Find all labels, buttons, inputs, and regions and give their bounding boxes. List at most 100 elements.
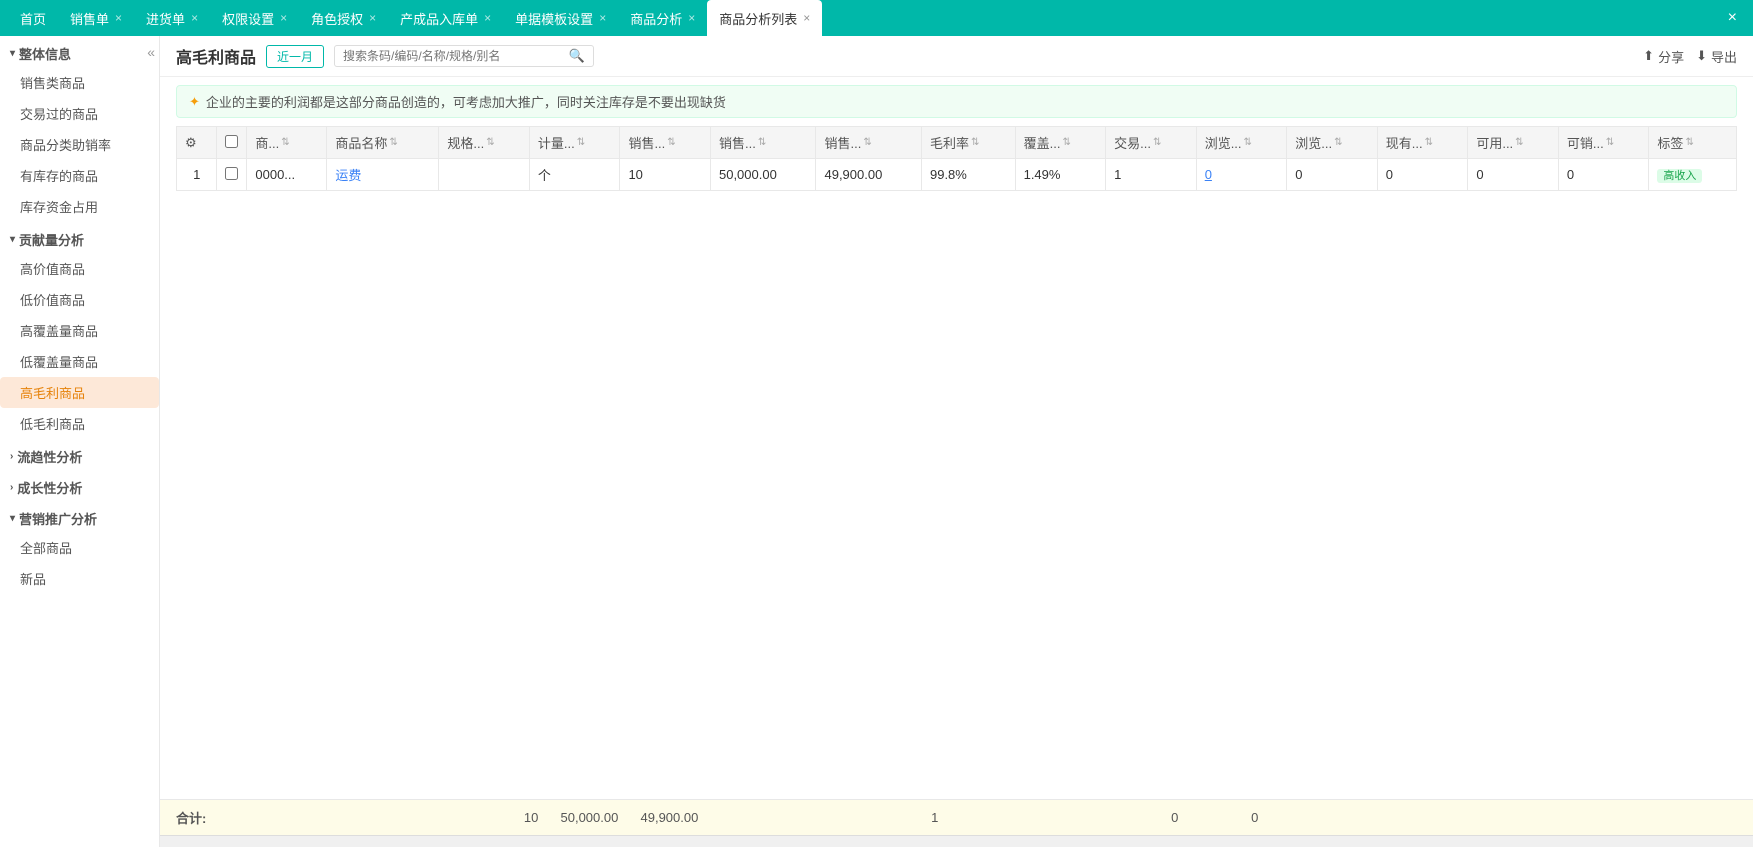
sort-icon-14: ⇅ <box>1515 137 1523 148</box>
row-num: 1 <box>177 159 217 191</box>
search-box: 🔍 <box>334 45 594 67</box>
nav-sales-order[interactable]: 销售单 × <box>58 0 134 36</box>
col-settings[interactable]: ⚙ <box>177 127 217 159</box>
col-name[interactable]: 商品名称⇅ <box>327 127 439 159</box>
row-name[interactable]: 运费 <box>327 159 439 191</box>
col-coverage[interactable]: 覆盖...⇅ <box>1015 127 1106 159</box>
nav-purchase-order[interactable]: 进货单 × <box>134 0 210 36</box>
sort-icon-15: ⇅ <box>1606 137 1614 148</box>
sidebar-item-sales-goods[interactable]: 销售类商品 <box>0 67 159 98</box>
horizontal-scrollbar[interactable] <box>160 835 1753 847</box>
row-sales-amount: 50,000.00 <box>710 159 816 191</box>
footer-current-stock: 0 <box>1106 810 1186 825</box>
col-sales-amount[interactable]: 销售...⇅ <box>710 127 816 159</box>
sort-icon-4: ⇅ <box>577 137 585 148</box>
close-role-auth[interactable]: × <box>369 11 376 25</box>
filter-last-month-btn[interactable]: 近一月 <box>266 45 324 68</box>
sort-icon-11: ⇅ <box>1244 137 1252 148</box>
col-trade[interactable]: 交易...⇅ <box>1106 127 1197 159</box>
col-code[interactable]: 商...⇅ <box>247 127 327 159</box>
close-sales-order[interactable]: × <box>115 11 122 25</box>
row-trade: 1 <box>1106 159 1197 191</box>
sidebar-item-low-margin[interactable]: 低毛利商品 <box>0 408 159 439</box>
col-available[interactable]: 可用...⇅ <box>1468 127 1559 159</box>
sidebar-group-overall[interactable]: ▾ 整体信息 <box>0 36 159 67</box>
close-window-btn[interactable]: × <box>1720 9 1745 27</box>
sidebar-item-low-coverage[interactable]: 低覆盖量商品 <box>0 346 159 377</box>
export-icon: ⬇ <box>1696 48 1707 64</box>
sidebar-item-category-rate[interactable]: 商品分类助销率 <box>0 129 159 160</box>
info-banner: ✦ 企业的主要的利润都是这部分商品创造的，可考虑加大推广，同时关注库存是不要出现… <box>176 85 1737 118</box>
row-unit: 个 <box>529 159 620 191</box>
col-sales-cost[interactable]: 销售...⇅ <box>816 127 922 159</box>
sort-icon-12: ⇅ <box>1334 137 1342 148</box>
row-tag: 高收入 <box>1649 159 1737 191</box>
footer-available: 0 <box>1186 810 1266 825</box>
close-permissions[interactable]: × <box>280 11 287 25</box>
search-icon: 🔍 <box>569 48 585 64</box>
col-checkbox[interactable] <box>217 127 247 159</box>
sidebar-group-contribution[interactable]: ▾ 贡献量分析 <box>0 222 159 253</box>
footer-label: 合计: <box>176 808 206 827</box>
arrow-icon-2: ▾ <box>10 234 15 245</box>
search-input[interactable] <box>343 49 565 63</box>
col-sales-qty[interactable]: 销售...⇅ <box>620 127 711 159</box>
arrow-icon-5: ▾ <box>10 513 15 524</box>
nav-template-settings[interactable]: 单据模板设置 × <box>503 0 618 36</box>
share-btn[interactable]: ⬆ 分享 <box>1643 47 1684 66</box>
top-navigation: 首页 销售单 × 进货单 × 权限设置 × 角色授权 × 产成品入库单 × 单据… <box>0 0 1753 36</box>
col-views2[interactable]: 浏览...⇅ <box>1287 127 1378 159</box>
sidebar-item-stock-capital[interactable]: 库存资金占用 <box>0 191 159 222</box>
sidebar-item-traded-goods[interactable]: 交易过的商品 <box>0 98 159 129</box>
data-table: ⚙ 商...⇅ 商品名称⇅ 规格...⇅ <box>176 126 1737 191</box>
sort-icon-3: ⇅ <box>486 137 494 148</box>
close-template-settings[interactable]: × <box>599 11 606 25</box>
sort-icon-6: ⇅ <box>758 137 766 148</box>
nav-finished-goods[interactable]: 产成品入库单 × <box>388 0 503 36</box>
close-analysis-list[interactable]: × <box>803 11 810 25</box>
sidebar-item-high-value[interactable]: 高价值商品 <box>0 253 159 284</box>
nav-home[interactable]: 首页 <box>8 0 58 36</box>
export-btn[interactable]: ⬇ 导出 <box>1696 47 1737 66</box>
row-current-stock: 0 <box>1377 159 1468 191</box>
nav-role-auth[interactable]: 角色授权 × <box>299 0 388 36</box>
table-header-row: ⚙ 商...⇅ 商品名称⇅ 规格...⇅ <box>177 127 1737 159</box>
footer-summary: 合计: 10 50,000.00 49,900.00 1 0 0 <box>160 799 1753 835</box>
select-all-checkbox[interactable] <box>225 135 238 148</box>
col-unit[interactable]: 计量...⇅ <box>529 127 620 159</box>
info-icon: ✦ <box>189 94 200 110</box>
nav-product-analysis[interactable]: 商品分析 × <box>618 0 707 36</box>
sidebar-group-growth[interactable]: › 成长性分析 <box>0 470 159 501</box>
nav-analysis-list[interactable]: 商品分析列表 × <box>707 0 822 36</box>
close-product-analysis[interactable]: × <box>688 11 695 25</box>
sort-icon-5: ⇅ <box>667 137 675 148</box>
sidebar-collapse-btn[interactable]: « <box>147 44 155 60</box>
col-sellable[interactable]: 可销...⇅ <box>1558 127 1649 159</box>
row-gross-margin: 99.8% <box>921 159 1015 191</box>
sort-icon-16: ⇅ <box>1685 137 1693 148</box>
arrow-icon-4: › <box>10 482 13 493</box>
col-spec[interactable]: 规格...⇅ <box>439 127 530 159</box>
sidebar-item-all-goods[interactable]: 全部商品 <box>0 532 159 563</box>
nav-permissions[interactable]: 权限设置 × <box>210 0 299 36</box>
col-current-stock[interactable]: 现有...⇅ <box>1377 127 1468 159</box>
sidebar-item-new-goods[interactable]: 新品 <box>0 563 159 594</box>
row-sellable: 0 <box>1558 159 1649 191</box>
close-purchase-order[interactable]: × <box>191 11 198 25</box>
sidebar-item-high-margin[interactable]: 高毛利商品 <box>0 377 159 408</box>
row-views1[interactable]: 0 <box>1196 159 1287 191</box>
sidebar-group-marketing[interactable]: ▾ 营销推广分析 <box>0 501 159 532</box>
row-checkbox[interactable] <box>217 159 247 191</box>
sidebar-item-low-value[interactable]: 低价值商品 <box>0 284 159 315</box>
col-gross-margin[interactable]: 毛利率⇅ <box>921 127 1015 159</box>
sidebar-item-in-stock[interactable]: 有库存的商品 <box>0 160 159 191</box>
col-views1[interactable]: 浏览...⇅ <box>1196 127 1287 159</box>
col-tag[interactable]: 标签⇅ <box>1649 127 1737 159</box>
sidebar-group-trend[interactable]: › 流趋性分析 <box>0 439 159 470</box>
footer-sales-qty: 10 <box>466 810 546 825</box>
content-header: 高毛利商品 近一月 🔍 ⬆ 分享 ⬇ 导出 <box>160 36 1753 77</box>
sidebar-item-high-coverage[interactable]: 高覆盖量商品 <box>0 315 159 346</box>
close-finished-goods[interactable]: × <box>484 11 491 25</box>
row-sales-qty: 10 <box>620 159 711 191</box>
share-icon: ⬆ <box>1643 48 1654 64</box>
